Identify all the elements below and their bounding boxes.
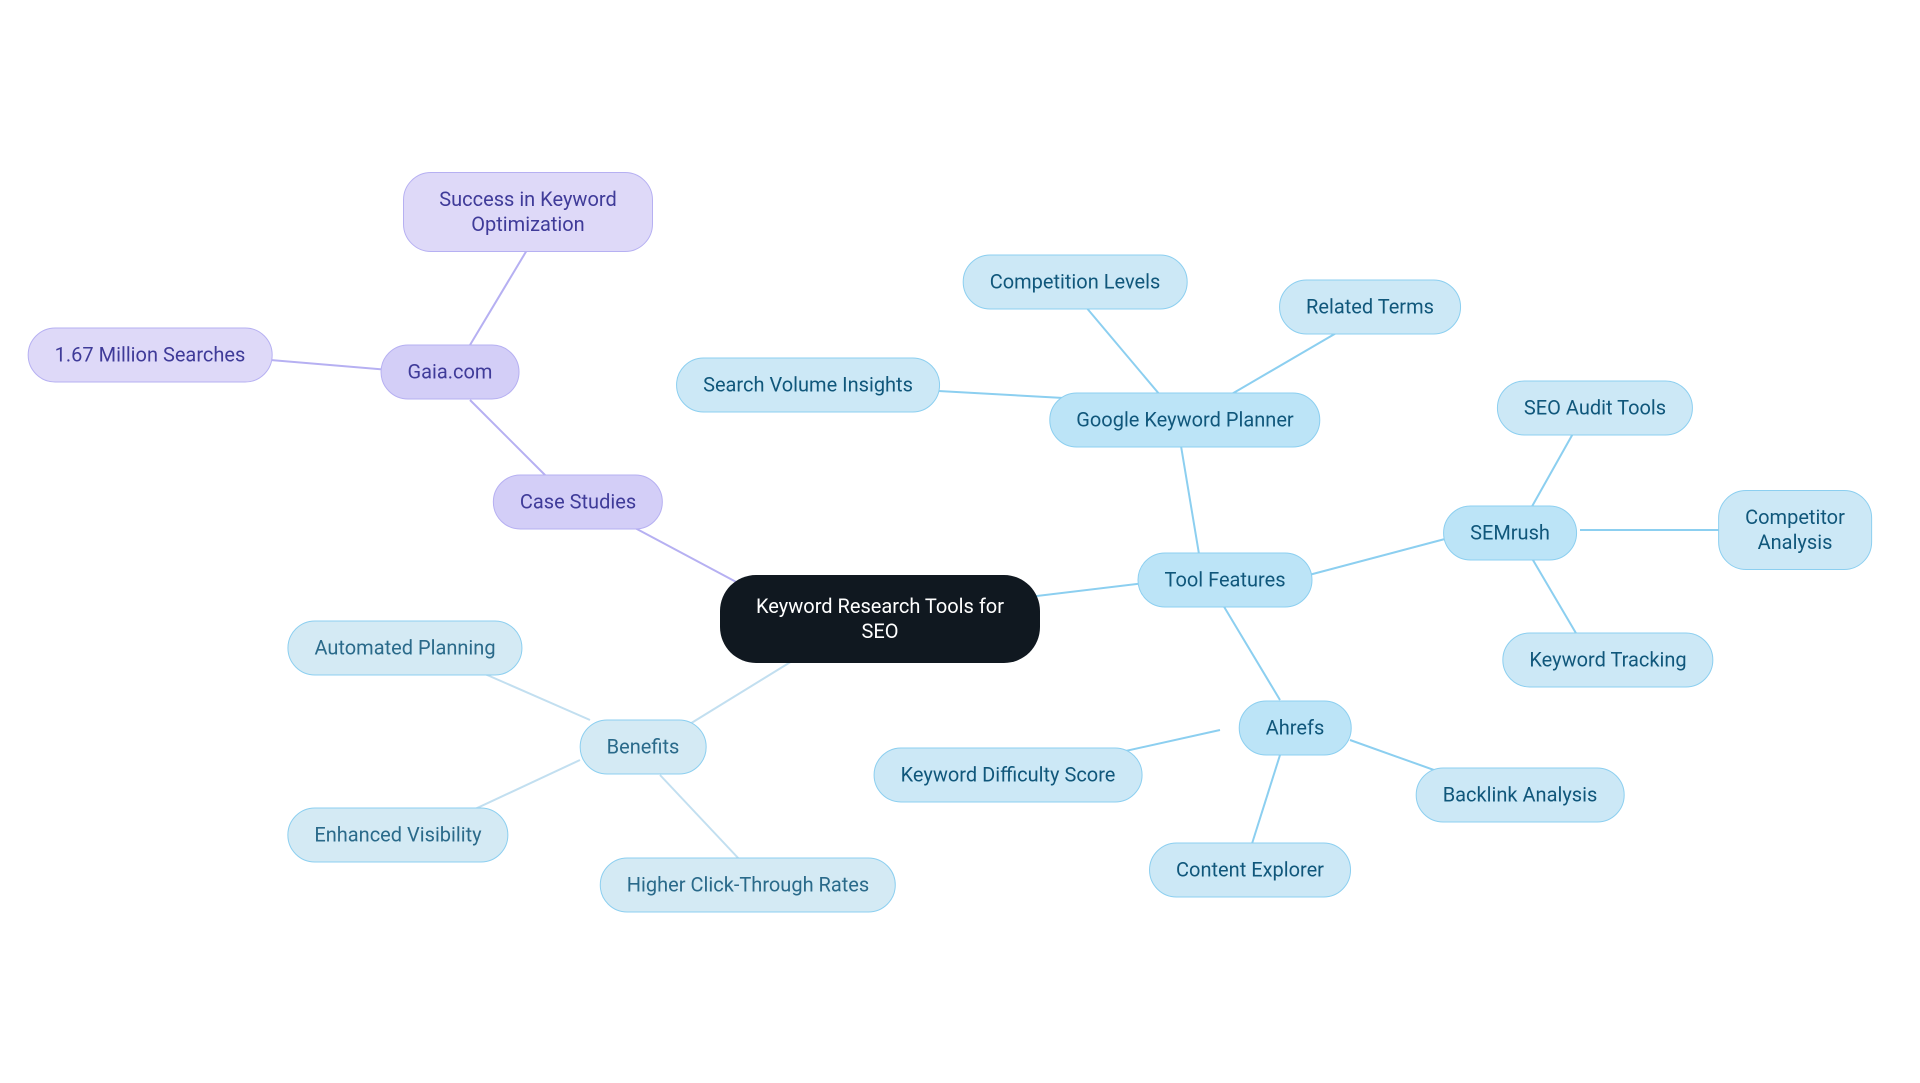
node-sem-tracking[interactable]: Keyword Tracking <box>1502 633 1713 688</box>
node-gaia-success[interactable]: Success in Keyword Optimization <box>403 172 653 252</box>
node-sem-competitor[interactable]: Competitor Analysis <box>1718 490 1872 570</box>
node-label: Case Studies <box>520 490 636 515</box>
node-label: SEMrush <box>1470 521 1550 546</box>
node-label: Content Explorer <box>1176 858 1324 883</box>
node-ahrefs-difficulty[interactable]: Keyword Difficulty Score <box>874 748 1143 803</box>
node-label: Search Volume Insights <box>703 373 913 398</box>
node-ahrefs-content[interactable]: Content Explorer <box>1149 843 1351 898</box>
node-label: Google Keyword Planner <box>1076 408 1293 433</box>
node-gkp-search-volume[interactable]: Search Volume Insights <box>676 358 940 413</box>
node-label: Success in Keyword Optimization <box>439 187 616 237</box>
node-label: Tool Features <box>1164 568 1285 593</box>
node-label: Benefits <box>607 735 680 760</box>
node-gkp[interactable]: Google Keyword Planner <box>1049 393 1320 448</box>
node-case-studies[interactable]: Case Studies <box>493 475 663 530</box>
mindmap-canvas: Keyword Research Tools for SEO Tool Feat… <box>0 0 1920 1083</box>
node-benefits[interactable]: Benefits <box>580 720 707 775</box>
node-gaia-searches[interactable]: 1.67 Million Searches <box>28 328 273 383</box>
node-sem-audit[interactable]: SEO Audit Tools <box>1497 381 1693 436</box>
node-label: Automated Planning <box>314 636 495 661</box>
node-label: Backlink Analysis <box>1443 783 1598 808</box>
node-gkp-related[interactable]: Related Terms <box>1279 280 1461 335</box>
node-label: Ahrefs <box>1266 716 1325 741</box>
node-label: Competition Levels <box>990 270 1161 295</box>
node-label: Gaia.com <box>408 360 493 385</box>
node-label: Enhanced Visibility <box>314 823 481 848</box>
node-ahrefs-backlink[interactable]: Backlink Analysis <box>1416 768 1625 823</box>
node-semrush[interactable]: SEMrush <box>1443 506 1577 561</box>
node-label: Keyword Tracking <box>1529 648 1686 673</box>
node-benefit-visibility[interactable]: Enhanced Visibility <box>287 808 508 863</box>
node-label: Competitor Analysis <box>1745 505 1845 555</box>
edges-layer <box>0 0 1920 1083</box>
node-ahrefs[interactable]: Ahrefs <box>1239 701 1352 756</box>
node-benefit-automated[interactable]: Automated Planning <box>287 621 522 676</box>
root-label: Keyword Research Tools for SEO <box>756 594 1004 644</box>
node-label: SEO Audit Tools <box>1524 396 1666 421</box>
node-label: 1.67 Million Searches <box>55 343 246 368</box>
node-gaia[interactable]: Gaia.com <box>381 345 520 400</box>
root-node[interactable]: Keyword Research Tools for SEO <box>720 575 1040 663</box>
node-label: Related Terms <box>1306 295 1434 320</box>
node-benefit-ctr[interactable]: Higher Click-Through Rates <box>600 858 896 913</box>
node-tool-features[interactable]: Tool Features <box>1137 553 1312 608</box>
node-label: Higher Click-Through Rates <box>627 873 869 898</box>
node-label: Keyword Difficulty Score <box>901 763 1116 788</box>
node-gkp-competition[interactable]: Competition Levels <box>963 255 1188 310</box>
